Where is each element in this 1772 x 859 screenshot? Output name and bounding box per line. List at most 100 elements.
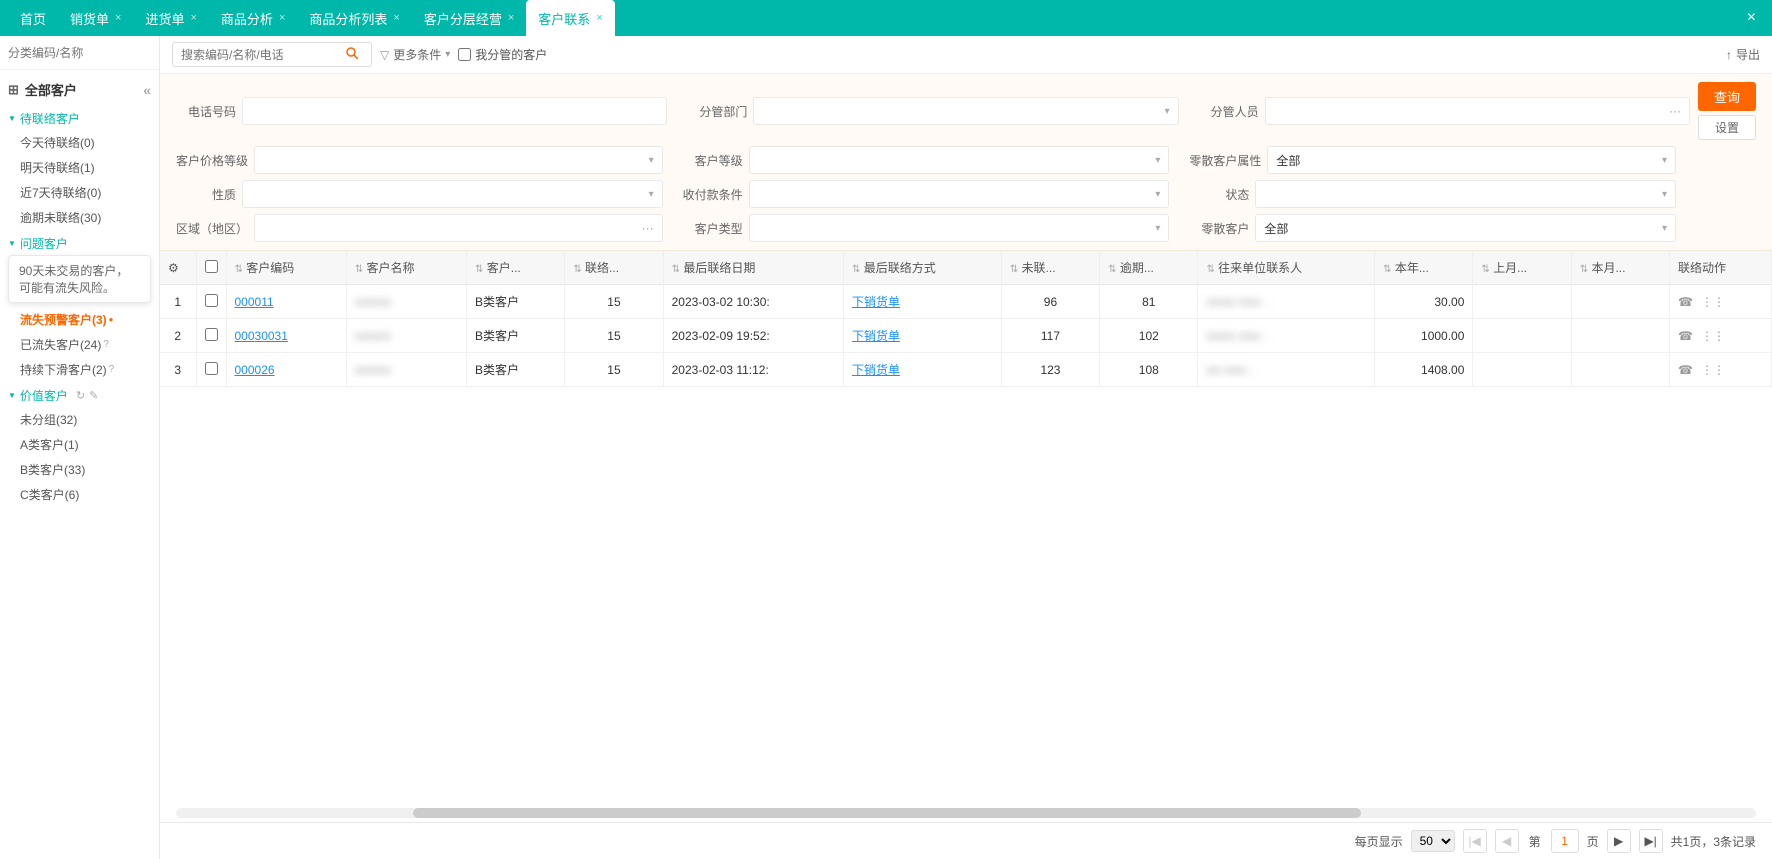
sidebar-group-problem[interactable]: ▼ 问题客户: [0, 230, 159, 255]
row3-code[interactable]: 000026: [226, 353, 346, 387]
filter-phone-input[interactable]: [242, 97, 667, 125]
sidebar-group-pending[interactable]: ▼ 待联络客户: [0, 105, 159, 130]
filter-payment-select[interactable]: ▾: [749, 180, 1170, 208]
row1-code[interactable]: 000011: [226, 285, 346, 319]
filter-region-select[interactable]: ···: [254, 214, 663, 242]
sidebar-item-overdue-pending[interactable]: 逾期未联络(30): [0, 205, 159, 230]
th-last-contact-date[interactable]: ⇅ 最后联络日期: [663, 251, 843, 285]
row3-checkbox[interactable]: [196, 353, 226, 387]
sidebar-item-class-a[interactable]: A类客户(1): [0, 432, 159, 457]
more-actions-icon[interactable]: ⋮⋮: [1701, 329, 1725, 343]
toolbar-search-box[interactable]: [172, 42, 372, 67]
row2-code[interactable]: 00030031: [226, 319, 346, 353]
row2-select[interactable]: [205, 328, 218, 341]
th-last-month[interactable]: ⇅ 上月...: [1473, 251, 1571, 285]
tab-close-icon[interactable]: ×: [508, 12, 514, 24]
filter-manager-select[interactable]: ···: [1265, 97, 1690, 125]
filter-status-select[interactable]: ▾: [1255, 180, 1676, 208]
my-customers-checkbox[interactable]: 我分管的客户: [458, 46, 547, 63]
row3-last-contact-date: 2023-02-03 11:12:: [663, 353, 843, 387]
prev-page-button[interactable]: ◀: [1495, 829, 1519, 853]
th-last-contact-method[interactable]: ⇅ 最后联络方式: [843, 251, 1001, 285]
th-code[interactable]: ⇅ 客户编码: [226, 251, 346, 285]
next-page-button[interactable]: ▶: [1607, 829, 1631, 853]
sidebar-item-7days-pending[interactable]: 近7天待联络(0): [0, 180, 159, 205]
row1-checkbox[interactable]: [196, 285, 226, 319]
th-unit-contact[interactable]: ⇅ 往来单位联系人: [1198, 251, 1375, 285]
page-size-select[interactable]: 50: [1411, 830, 1455, 852]
row2-checkbox[interactable]: [196, 319, 226, 353]
tab-close-icon[interactable]: ×: [115, 12, 121, 24]
tab-product-analysis-list[interactable]: 商品分析列表 ×: [297, 0, 411, 36]
tab-sales-order[interactable]: 销货单 ×: [58, 0, 133, 36]
table-row: 1 000011 ■■■■■ B类客户 15 2023-03-02 10:30:…: [160, 285, 1772, 319]
current-page-input[interactable]: 1: [1551, 829, 1579, 853]
tab-close-icon[interactable]: ×: [279, 12, 285, 24]
filter-casual-customer-select[interactable]: 全部 ▾: [1255, 214, 1676, 242]
select-all-checkbox[interactable]: [205, 260, 218, 273]
sidebar-item-class-c[interactable]: C类客户(6): [0, 482, 159, 507]
last-page-button[interactable]: ▶|: [1639, 829, 1663, 853]
row1-last-contact-method[interactable]: 下销货单: [843, 285, 1001, 319]
sidebar-search-input[interactable]: [8, 46, 163, 60]
more-actions-icon[interactable]: ⋮⋮: [1701, 295, 1725, 309]
sidebar-item-tomorrow-pending[interactable]: 明天待联络(1): [0, 155, 159, 180]
settings-button[interactable]: 设置: [1698, 115, 1756, 140]
toolbar-search-icon[interactable]: [345, 46, 359, 63]
th-this-year[interactable]: ⇅ 本年...: [1375, 251, 1473, 285]
all-customers-header[interactable]: ⊞ 全部客户 «: [0, 74, 159, 105]
tab-home[interactable]: 首页: [8, 0, 58, 36]
row2-type: B类客户: [467, 319, 565, 353]
sidebar-item-declining[interactable]: 持续下滑客户(2) ?: [0, 357, 159, 382]
more-filter-button[interactable]: ▽ 更多条件 ▾: [380, 46, 450, 63]
sidebar-item-today-pending[interactable]: 今天待联络(0): [0, 130, 159, 155]
contact-icon[interactable]: ☎: [1678, 295, 1693, 309]
first-page-button[interactable]: |◀: [1463, 829, 1487, 853]
th-type[interactable]: ⇅ 客户...: [467, 251, 565, 285]
my-customers-checkbox-input[interactable]: [458, 48, 471, 61]
filter-casual-attr-select[interactable]: 全部 ▾: [1267, 146, 1676, 174]
export-button[interactable]: ↑ 导出: [1726, 46, 1760, 63]
toolbar-search-input[interactable]: [181, 48, 341, 62]
tab-product-analysis[interactable]: 商品分析 ×: [209, 0, 297, 36]
row3-last-contact-method[interactable]: 下销货单: [843, 353, 1001, 387]
more-actions-icon[interactable]: ⋮⋮: [1701, 363, 1725, 377]
th-not-contacted[interactable]: ⇅ 未联...: [1001, 251, 1099, 285]
contact-icon[interactable]: ☎: [1678, 329, 1693, 343]
filter-dept-select[interactable]: ▾: [753, 97, 1178, 125]
refresh-icon[interactable]: ↻: [76, 389, 85, 402]
row2-last-contact-method[interactable]: 下销货单: [843, 319, 1001, 353]
tab-close-icon[interactable]: ×: [190, 12, 196, 24]
sidebar-item-churned[interactable]: 已流失客户(24) ?: [0, 332, 159, 357]
th-settings[interactable]: ⚙: [160, 251, 196, 285]
filter-nature-select[interactable]: ▾: [242, 180, 663, 208]
sidebar-item-churn-warning[interactable]: 流失预警客户(3) ●: [0, 307, 159, 332]
row3-select[interactable]: [205, 362, 218, 375]
th-contact[interactable]: ⇅ 联络...: [565, 251, 663, 285]
th-overdue[interactable]: ⇅ 逾期...: [1100, 251, 1198, 285]
collapse-icon[interactable]: «: [143, 82, 151, 98]
scrollbar-thumb[interactable]: [413, 808, 1361, 818]
filter-customer-type-select[interactable]: ▾: [749, 214, 1170, 242]
contact-icon[interactable]: ☎: [1678, 363, 1693, 377]
sidebar-item-ungrouped[interactable]: 未分组(32): [0, 407, 159, 432]
query-button[interactable]: 查询: [1698, 82, 1756, 111]
table-row: 3 000026 ■■■■■ B类客户 15 2023-02-03 11:12:…: [160, 353, 1772, 387]
th-name[interactable]: ⇅ 客户名称: [346, 251, 466, 285]
settings-icon[interactable]: ⚙: [168, 261, 179, 275]
tab-close-icon[interactable]: ×: [596, 12, 602, 24]
horizontal-scrollbar[interactable]: [176, 808, 1756, 818]
th-select-all[interactable]: [196, 251, 226, 285]
filter-price-grade-select[interactable]: ▾: [254, 146, 663, 174]
tab-customer-contact[interactable]: 客户联系 ×: [526, 0, 614, 36]
tab-close-icon[interactable]: ×: [393, 12, 399, 24]
window-close-button[interactable]: ×: [1739, 9, 1764, 27]
sidebar-group-value[interactable]: ▼ 价值客户 ↻ ✎: [0, 382, 159, 407]
row1-select[interactable]: [205, 294, 218, 307]
tab-customer-segments[interactable]: 客户分层经营 ×: [412, 0, 526, 36]
th-this-month[interactable]: ⇅ 本月...: [1571, 251, 1669, 285]
tab-purchase-order[interactable]: 进货单 ×: [133, 0, 208, 36]
edit-icon[interactable]: ✎: [89, 389, 98, 402]
filter-customer-grade-select[interactable]: ▾: [749, 146, 1170, 174]
sidebar-item-class-b[interactable]: B类客户(33): [0, 457, 159, 482]
